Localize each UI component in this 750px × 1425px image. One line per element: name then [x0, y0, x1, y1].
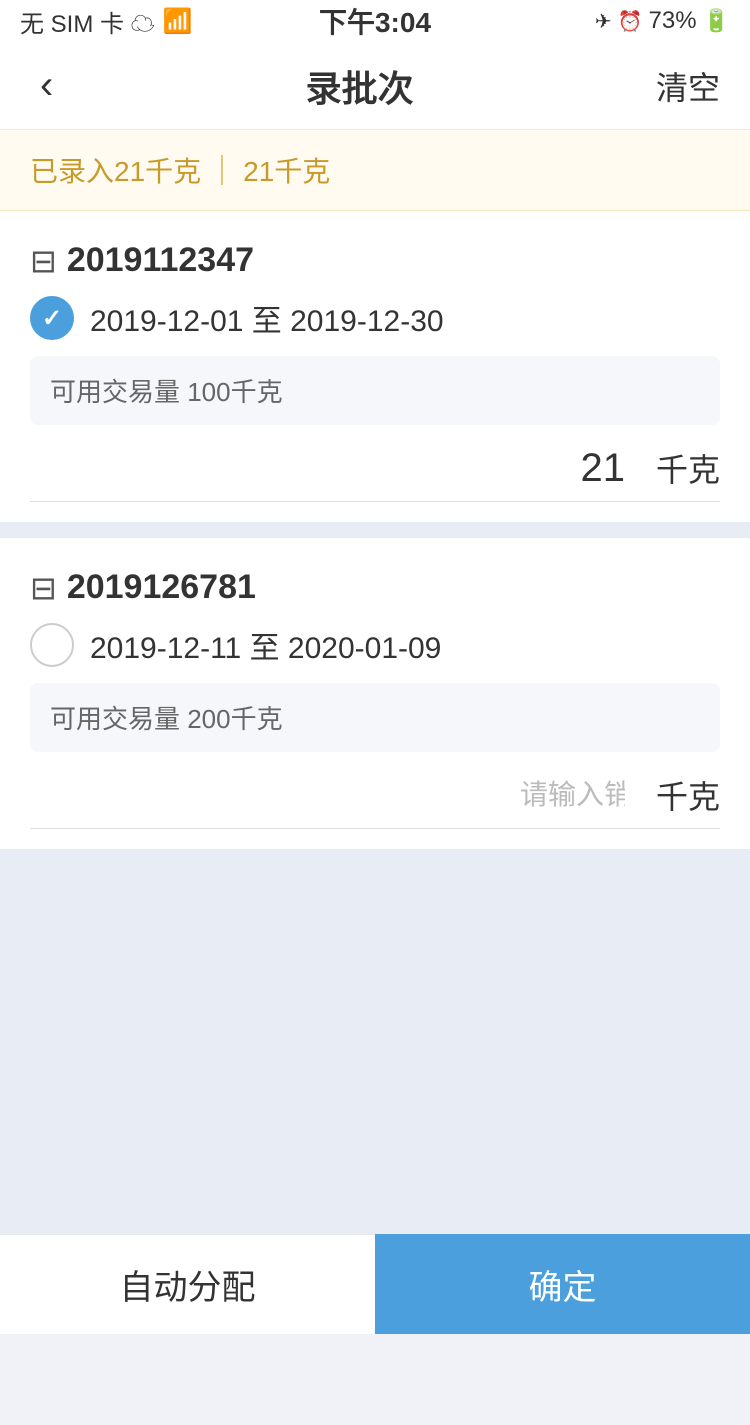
- footer: 自动分配 确定: [0, 1234, 750, 1334]
- auto-distribute-button[interactable]: 自动分配: [0, 1234, 375, 1334]
- batch1-radio[interactable]: [30, 296, 74, 340]
- clear-button[interactable]: 清空: [656, 63, 720, 109]
- batch1-available: 可用交易量 100千克: [30, 356, 720, 425]
- batch2-bottom-space: [0, 829, 750, 849]
- batch2-unit: 千克: [656, 772, 720, 818]
- batch1-qty-row: 千克: [0, 425, 750, 501]
- batch-card-2: ⊟ 2019126781 2019-12-11 至 2020-01-09 可用交…: [0, 538, 750, 849]
- batch1-icon: ⊟: [30, 242, 57, 280]
- batch2-available: 可用交易量 200千克: [30, 683, 720, 752]
- status-left: 无 SIM 卡 ☁ 📶: [20, 4, 193, 39]
- section-divider-1: [0, 522, 750, 538]
- batch2-icon: ⊟: [30, 569, 57, 607]
- wifi-icon: 📶: [163, 7, 193, 36]
- batch2-radio[interactable]: [30, 623, 74, 667]
- info-value: 21千克: [243, 150, 330, 190]
- batch1-id: 2019112347: [67, 241, 254, 280]
- sim-label: 无 SIM 卡 ☁: [20, 4, 155, 39]
- info-label: 已录入21千克: [30, 150, 201, 190]
- status-right: ✈ ⏰ 73% 🔋: [595, 7, 730, 35]
- batch2-qty-input[interactable]: [520, 779, 640, 811]
- batch2-qty-row: 千克: [0, 752, 750, 828]
- location-icon: ✈: [595, 9, 612, 34]
- status-time: 下午3:04: [319, 1, 431, 41]
- nav-bar: ‹ 录批次 清空: [0, 42, 750, 130]
- section-divider-2: [0, 849, 750, 865]
- batch-card-1: ⊟ 2019112347 2019-12-01 至 2019-12-30 可用交…: [0, 211, 750, 522]
- batch1-bottom-space: [0, 502, 750, 522]
- info-divider: [221, 155, 223, 185]
- battery-icon: 🔋: [703, 8, 730, 34]
- battery-label: 73%: [649, 7, 697, 35]
- info-banner: 已录入21千克 21千克: [0, 130, 750, 211]
- confirm-button[interactable]: 确定: [375, 1234, 750, 1334]
- page-title: 录批次: [306, 60, 414, 112]
- status-bar: 无 SIM 卡 ☁ 📶 下午3:04 ✈ ⏰ 73% 🔋: [0, 0, 750, 42]
- batch2-date: 2019-12-11 至 2020-01-09: [90, 623, 441, 667]
- batch1-qty-input[interactable]: [520, 446, 640, 491]
- batch2-id: 2019126781: [67, 568, 256, 607]
- back-button[interactable]: ‹: [30, 53, 63, 118]
- alarm-icon: ⏰: [618, 9, 643, 34]
- batch1-unit: 千克: [656, 445, 720, 491]
- batch1-date: 2019-12-01 至 2019-12-30: [90, 296, 444, 340]
